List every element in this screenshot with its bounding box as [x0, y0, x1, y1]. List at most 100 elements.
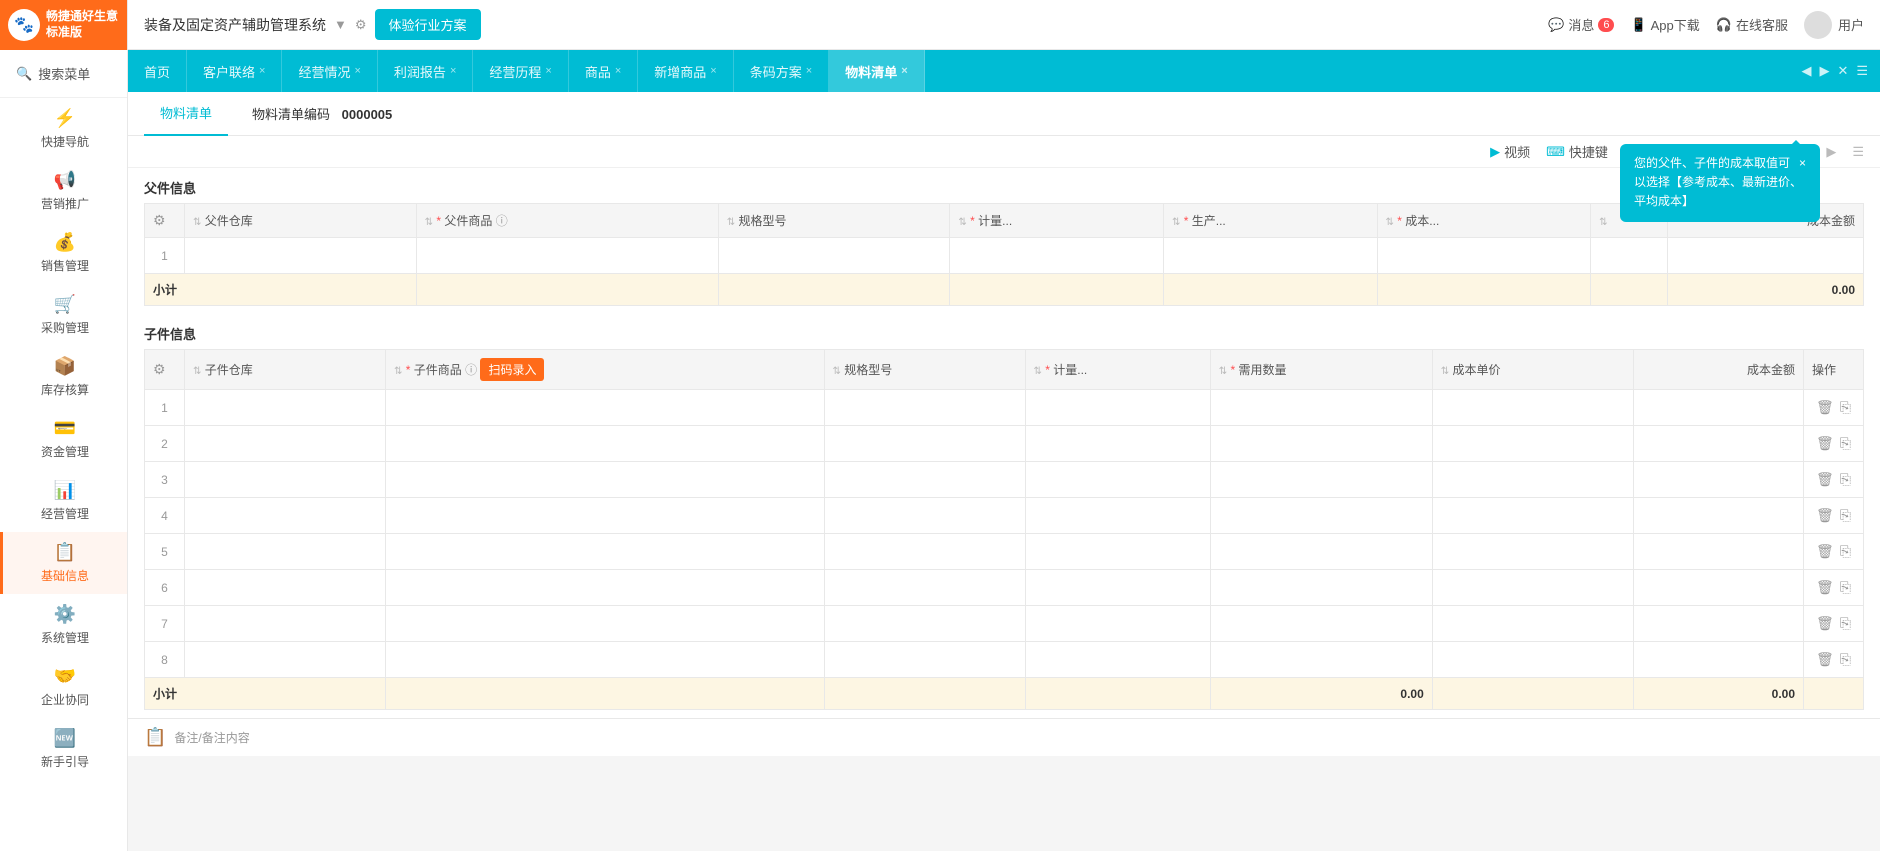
close-goods-tab-icon[interactable]: × — [615, 65, 621, 77]
sidebar-item-collab[interactable]: 🤝 企业协同 — [0, 656, 127, 718]
msg-button[interactable]: 💬 消息 6 — [1548, 15, 1614, 34]
child-warehouse-cell[interactable] — [185, 606, 386, 642]
copy-row-icon[interactable]: ⎘ — [1840, 543, 1851, 560]
sidebar-item-purchase[interactable]: 🛒 采购管理 — [0, 284, 127, 346]
sidebar-item-quick-nav[interactable]: ⚡ 快捷导航 — [0, 98, 127, 160]
child-goods-cell[interactable] — [385, 534, 824, 570]
delete-row-icon[interactable]: 🗑 — [1816, 615, 1834, 632]
child-qty-cell[interactable] — [1210, 534, 1432, 570]
child-qty-cell[interactable] — [1210, 642, 1432, 678]
child-gear-icon[interactable]: ⚙ — [153, 361, 166, 377]
child-qty-cell[interactable] — [1210, 498, 1432, 534]
child-warehouse-cell[interactable] — [185, 498, 386, 534]
sidebar-item-basic-info[interactable]: 📋 基础信息 — [0, 532, 127, 594]
sidebar-item-inventory[interactable]: 📦 库存核算 — [0, 346, 127, 408]
app-download-button[interactable]: 📱 App下载 — [1630, 15, 1699, 34]
child-amount-cell[interactable] — [1633, 462, 1803, 498]
copy-row-icon[interactable]: ⎘ — [1840, 651, 1851, 668]
tab-customer[interactable]: 客户联络 × — [187, 50, 282, 92]
shortcut-button[interactable]: ⌨ 快捷键 — [1546, 142, 1608, 161]
tab-ops-history[interactable]: 经营历程 × — [473, 50, 568, 92]
child-goods-cell[interactable] — [385, 390, 824, 426]
parent-gear-icon[interactable]: ⚙ — [153, 212, 166, 228]
child-amount-cell[interactable] — [1633, 498, 1803, 534]
child-warehouse-cell[interactable] — [185, 462, 386, 498]
sidebar-search[interactable]: 🔍 搜索菜单 — [0, 50, 127, 98]
close-barcode-tab-icon[interactable]: × — [806, 65, 812, 77]
child-warehouse-cell[interactable] — [185, 570, 386, 606]
child-spec-cell[interactable] — [824, 570, 1025, 606]
close-ops-history-tab-icon[interactable]: × — [545, 65, 551, 77]
close-bom-tab-icon[interactable]: × — [901, 65, 907, 77]
parent-produce-cell[interactable] — [1163, 238, 1377, 274]
child-goods-cell[interactable] — [385, 498, 824, 534]
view-video-button[interactable]: ▶ 视频 — [1490, 142, 1530, 161]
tab-goods[interactable]: 商品 × — [569, 50, 638, 92]
child-amount-cell[interactable] — [1633, 642, 1803, 678]
child-spec-cell[interactable] — [824, 642, 1025, 678]
child-qty-cell[interactable] — [1210, 462, 1432, 498]
search-menu-button[interactable]: 🔍 搜索菜单 — [8, 58, 119, 89]
sidebar-item-sales[interactable]: 💰 销售管理 — [0, 222, 127, 284]
sidebar-item-guide[interactable]: 🆕 新手引导 — [0, 718, 127, 780]
parent-cost-cell[interactable] — [1377, 238, 1591, 274]
child-warehouse-cell[interactable] — [185, 534, 386, 570]
child-amount-cell[interactable] — [1633, 606, 1803, 642]
child-warehouse-cell[interactable] — [185, 426, 386, 462]
child-unit-cell[interactable] — [1025, 426, 1210, 462]
child-unit-cost-cell[interactable] — [1432, 534, 1633, 570]
tab-home[interactable]: 首页 — [128, 50, 187, 92]
child-spec-cell[interactable] — [824, 426, 1025, 462]
parent-unit-cell[interactable] — [950, 238, 1164, 274]
copy-row-icon[interactable]: ⎘ — [1840, 579, 1851, 596]
delete-row-icon[interactable]: 🗑 — [1816, 435, 1834, 452]
child-unit-cell[interactable] — [1025, 462, 1210, 498]
tab-new-goods[interactable]: 新增商品 × — [638, 50, 733, 92]
child-spec-cell[interactable] — [824, 498, 1025, 534]
child-amount-cell[interactable] — [1633, 570, 1803, 606]
sub-tab-bom[interactable]: 物料清单 — [144, 92, 228, 136]
parent-spec-cell[interactable] — [718, 238, 950, 274]
tab-profit[interactable]: 利润报告 × — [378, 50, 473, 92]
copy-row-icon[interactable]: ⎘ — [1840, 615, 1851, 632]
child-spec-cell[interactable] — [824, 390, 1025, 426]
child-amount-cell[interactable] — [1633, 426, 1803, 462]
child-unit-cost-cell[interactable] — [1432, 426, 1633, 462]
child-warehouse-cell[interactable] — [185, 390, 386, 426]
tooltip-close-button[interactable]: × — [1799, 154, 1806, 173]
child-goods-cell[interactable] — [385, 426, 824, 462]
copy-row-icon[interactable]: ⎘ — [1840, 507, 1851, 524]
child-amount-cell[interactable] — [1633, 534, 1803, 570]
sidebar-item-finance[interactable]: 💳 资金管理 — [0, 408, 127, 470]
tab-bom[interactable]: 物料清单 × — [829, 50, 924, 92]
child-unit-cell[interactable] — [1025, 390, 1210, 426]
child-unit-cost-cell[interactable] — [1432, 390, 1633, 426]
child-unit-cost-cell[interactable] — [1432, 498, 1633, 534]
child-spec-cell[interactable] — [824, 462, 1025, 498]
parent-amount-cell[interactable] — [1667, 238, 1863, 274]
delete-row-icon[interactable]: 🗑 — [1816, 543, 1834, 560]
user-area[interactable]: 用户 — [1804, 11, 1864, 39]
child-unit-cost-cell[interactable] — [1432, 462, 1633, 498]
delete-row-icon[interactable]: 🗑 — [1816, 399, 1834, 416]
sidebar-item-system[interactable]: ⚙️ 系统管理 — [0, 594, 127, 656]
exp-btn[interactable]: 体验行业方案 — [375, 9, 481, 40]
copy-row-icon[interactable]: ⎘ — [1840, 435, 1851, 452]
child-unit-cost-cell[interactable] — [1432, 606, 1633, 642]
child-warehouse-cell[interactable] — [185, 642, 386, 678]
parent-extra-cell[interactable] — [1591, 238, 1668, 274]
close-customer-tab-icon[interactable]: × — [259, 65, 265, 77]
toolbar-menu-icon[interactable]: ☰ — [1852, 144, 1864, 160]
close-ops-stat-tab-icon[interactable]: × — [354, 65, 360, 77]
child-spec-cell[interactable] — [824, 606, 1025, 642]
child-amount-cell[interactable] — [1633, 390, 1803, 426]
close-profit-tab-icon[interactable]: × — [450, 65, 456, 77]
settings-icon[interactable]: ⚙ — [355, 17, 367, 33]
tab-nav-prev-icon[interactable]: ◀ — [1801, 63, 1811, 79]
tab-close-all-icon[interactable]: ✕ — [1837, 63, 1848, 79]
child-goods-cell[interactable] — [385, 642, 824, 678]
child-unit-cost-cell[interactable] — [1432, 642, 1633, 678]
child-unit-cell[interactable] — [1025, 534, 1210, 570]
sidebar-item-operations[interactable]: 📊 经营管理 — [0, 470, 127, 532]
sidebar-item-marketing[interactable]: 📢 营销推广 — [0, 160, 127, 222]
